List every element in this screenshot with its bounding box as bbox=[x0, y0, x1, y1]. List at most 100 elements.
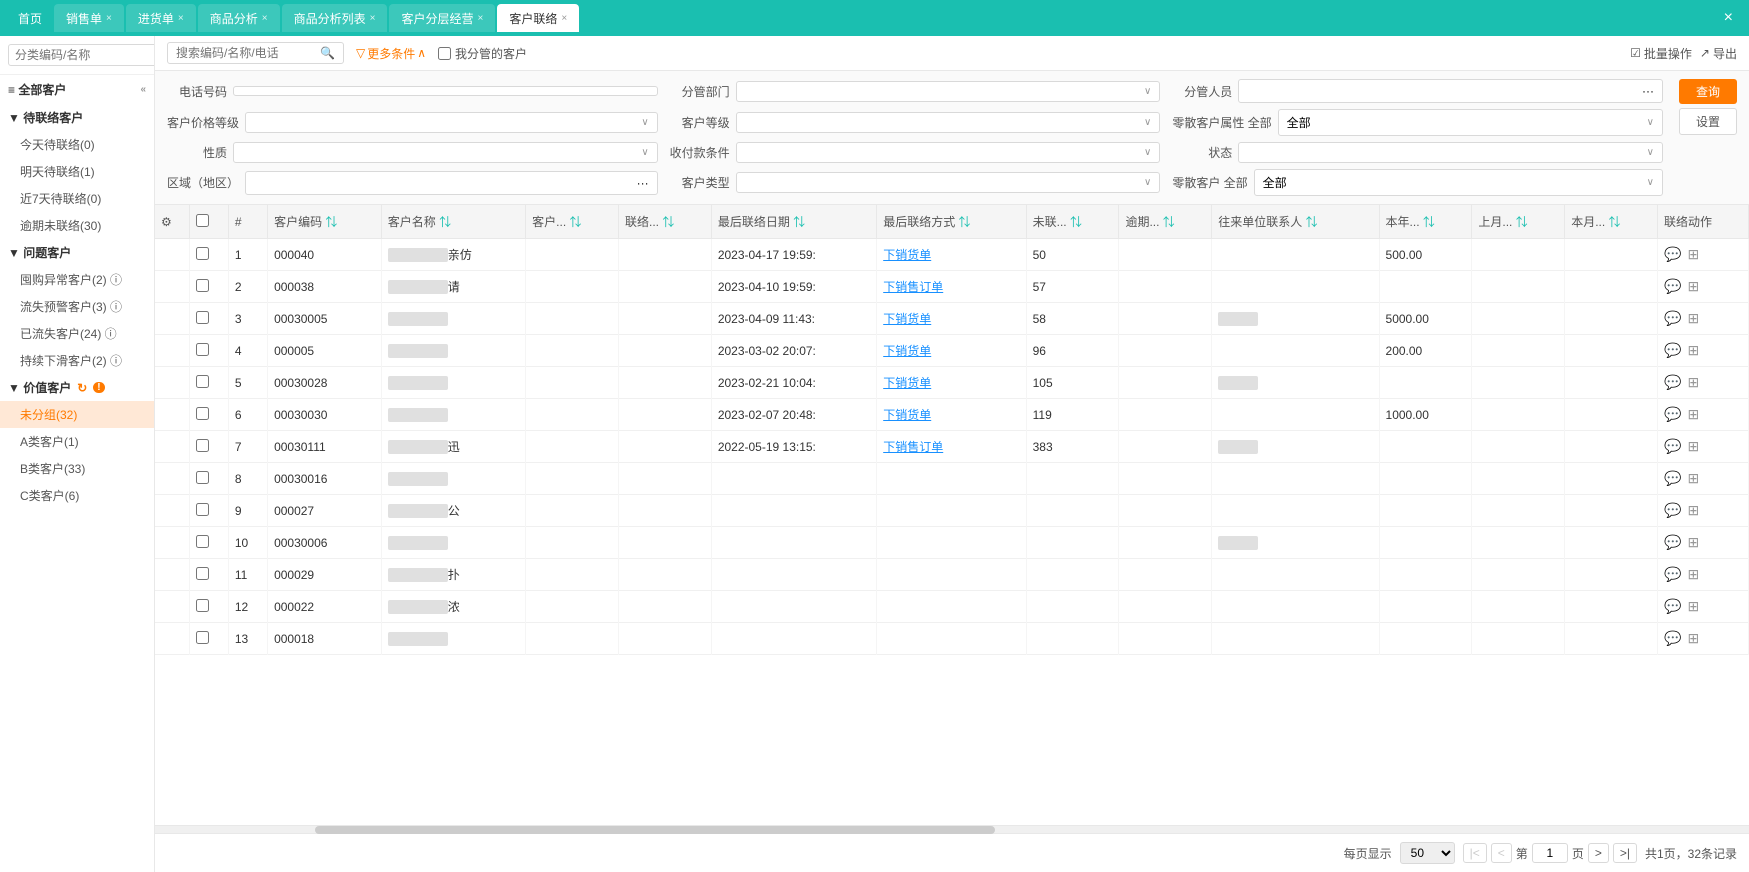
chat-icon[interactable]: 💬 bbox=[1664, 470, 1681, 487]
filter-customer-level-select[interactable]: ∨ bbox=[736, 112, 1161, 133]
contact-way-link[interactable]: 下销货单 bbox=[883, 376, 931, 390]
close-all-tabs-icon[interactable]: × bbox=[1716, 9, 1741, 27]
sidebar-item-churn-warning[interactable]: 流失预警客户(3) ⓘ bbox=[0, 293, 154, 320]
grid-icon[interactable]: ⊞ bbox=[1687, 598, 1699, 615]
chat-icon[interactable]: 💬 bbox=[1664, 342, 1681, 359]
filter-nature-select[interactable]: ∨ bbox=[233, 142, 658, 163]
col-contacts[interactable]: 往来单位联系人 ⇅ bbox=[1212, 205, 1379, 239]
row-checkbox[interactable] bbox=[196, 631, 209, 644]
sidebar-item-7days-pending[interactable]: 近7天待联络(0) bbox=[0, 185, 154, 212]
close-sales-order-icon[interactable]: × bbox=[106, 13, 112, 24]
sidebar-collapse-icon[interactable]: « bbox=[140, 84, 146, 95]
grid-icon[interactable]: ⊞ bbox=[1687, 310, 1699, 327]
sidebar-group-problem[interactable]: ▼ 问题客户 bbox=[0, 239, 154, 266]
col-name[interactable]: 客户名称 ⇅ bbox=[381, 205, 525, 239]
reset-button[interactable]: 设置 bbox=[1679, 108, 1737, 135]
contact-way-link[interactable]: 下销货单 bbox=[883, 312, 931, 326]
prev-page-btn[interactable]: < bbox=[1491, 843, 1512, 863]
row-checkbox[interactable] bbox=[196, 471, 209, 484]
page-number-input[interactable] bbox=[1532, 843, 1568, 863]
sidebar-item-type-c[interactable]: C类客户(6) bbox=[0, 482, 154, 509]
contact-way-link[interactable]: 下销货单 bbox=[883, 344, 931, 358]
row-checkbox[interactable] bbox=[196, 375, 209, 388]
col-checkbox[interactable] bbox=[190, 205, 229, 239]
grid-icon[interactable]: ⊞ bbox=[1687, 278, 1699, 295]
col-type[interactable]: 客户... ⇅ bbox=[526, 205, 619, 239]
grid-icon[interactable]: ⊞ bbox=[1687, 374, 1699, 391]
chat-icon[interactable]: 💬 bbox=[1664, 278, 1681, 295]
cell-checkbox[interactable] bbox=[190, 591, 229, 623]
chat-icon[interactable]: 💬 bbox=[1664, 566, 1681, 583]
tab-customer-stratification[interactable]: 客户分层经营 × bbox=[389, 4, 495, 32]
contact-way-link[interactable]: 下销货单 bbox=[883, 408, 931, 422]
tab-customer-contact[interactable]: 客户联络 × bbox=[497, 4, 579, 32]
sidebar-item-abnormal[interactable]: 囤购异常客户(2) ⓘ bbox=[0, 266, 154, 293]
per-page-select[interactable]: 50 100 bbox=[1400, 842, 1455, 864]
row-checkbox[interactable] bbox=[196, 535, 209, 548]
row-checkbox[interactable] bbox=[196, 311, 209, 324]
horizontal-scrollbar[interactable] bbox=[155, 825, 1749, 833]
row-checkbox[interactable] bbox=[196, 279, 209, 292]
cell-checkbox[interactable] bbox=[190, 463, 229, 495]
filter-payment-select[interactable]: ∨ bbox=[736, 142, 1161, 163]
cell-checkbox[interactable] bbox=[190, 303, 229, 335]
close-customer-stratification-icon[interactable]: × bbox=[477, 13, 483, 24]
cell-checkbox[interactable] bbox=[190, 527, 229, 559]
chat-icon[interactable]: 💬 bbox=[1664, 310, 1681, 327]
chat-icon[interactable]: 💬 bbox=[1664, 630, 1681, 647]
col-last-contact-way[interactable]: 最后联络方式 ⇅ bbox=[877, 205, 1026, 239]
filter-region-select[interactable]: ··· bbox=[245, 171, 658, 195]
close-product-analysis-list-icon[interactable]: × bbox=[370, 13, 376, 24]
my-customers-checkbox[interactable] bbox=[438, 47, 451, 60]
select-all-checkbox[interactable] bbox=[196, 214, 209, 227]
chat-icon[interactable]: 💬 bbox=[1664, 246, 1681, 263]
close-product-analysis-icon[interactable]: × bbox=[262, 13, 268, 24]
cell-checkbox[interactable] bbox=[190, 623, 229, 655]
col-this-year[interactable]: 本年... ⇅ bbox=[1379, 205, 1472, 239]
filter-price-level-select[interactable]: ∨ bbox=[245, 112, 658, 133]
chat-icon[interactable]: 💬 bbox=[1664, 438, 1681, 455]
scrollbar-thumb[interactable] bbox=[315, 826, 995, 834]
more-conditions-btn[interactable]: ▽ 更多条件 ∧ bbox=[356, 45, 426, 62]
grid-icon[interactable]: ⊞ bbox=[1687, 566, 1699, 583]
cell-checkbox[interactable] bbox=[190, 239, 229, 271]
sidebar-group-pending[interactable]: ▼ 待联络客户 bbox=[0, 104, 154, 131]
chat-icon[interactable]: 💬 bbox=[1664, 374, 1681, 391]
col-code[interactable]: 客户编码 ⇅ bbox=[268, 205, 382, 239]
row-checkbox[interactable] bbox=[196, 343, 209, 356]
cell-checkbox[interactable] bbox=[190, 271, 229, 303]
filter-scatter-attr-select[interactable]: 全部∨ bbox=[1278, 109, 1663, 136]
col-last-contact-date[interactable]: 最后联络日期 ⇅ bbox=[711, 205, 876, 239]
filter-person-select[interactable]: ··· bbox=[1238, 79, 1663, 103]
query-button[interactable]: 查询 bbox=[1679, 79, 1737, 104]
cell-checkbox[interactable] bbox=[190, 495, 229, 527]
col-not-contacted[interactable]: 未联... ⇅ bbox=[1026, 205, 1119, 239]
filter-status-select[interactable]: ∨ bbox=[1238, 142, 1663, 163]
tab-purchase-order[interactable]: 进货单 × bbox=[126, 4, 196, 32]
filter-phone-input[interactable] bbox=[233, 86, 658, 96]
contact-way-link[interactable]: 下销货单 bbox=[883, 248, 931, 262]
col-gear[interactable]: ⚙ bbox=[155, 205, 190, 239]
col-this-month[interactable]: 本月... ⇅ bbox=[1565, 205, 1658, 239]
chat-icon[interactable]: 💬 bbox=[1664, 534, 1681, 551]
tab-product-analysis-list[interactable]: 商品分析列表 × bbox=[282, 4, 388, 32]
grid-icon[interactable]: ⊞ bbox=[1687, 438, 1699, 455]
sidebar-item-tomorrow-pending[interactable]: 明天待联络(1) bbox=[0, 158, 154, 185]
contact-way-link[interactable]: 下销售订单 bbox=[883, 280, 943, 294]
tab-product-analysis[interactable]: 商品分析 × bbox=[198, 4, 280, 32]
row-checkbox[interactable] bbox=[196, 407, 209, 420]
export-btn[interactable]: ↗ 导出 bbox=[1700, 45, 1737, 62]
row-checkbox[interactable] bbox=[196, 439, 209, 452]
row-checkbox[interactable] bbox=[196, 247, 209, 260]
filter-scatter-customer-select[interactable]: 全部∨ bbox=[1254, 169, 1663, 196]
cell-checkbox[interactable] bbox=[190, 559, 229, 591]
row-checkbox[interactable] bbox=[196, 503, 209, 516]
chat-icon[interactable]: 💬 bbox=[1664, 502, 1681, 519]
grid-icon[interactable]: ⊞ bbox=[1687, 630, 1699, 647]
filter-dept-select[interactable]: ∨ bbox=[736, 81, 1161, 102]
batch-op-btn[interactable]: ☑ 批量操作 bbox=[1630, 45, 1692, 62]
col-contact[interactable]: 联络... ⇅ bbox=[618, 205, 711, 239]
last-page-btn[interactable]: >| bbox=[1613, 843, 1637, 863]
sidebar-search-input[interactable] bbox=[8, 44, 155, 66]
cell-checkbox[interactable] bbox=[190, 335, 229, 367]
